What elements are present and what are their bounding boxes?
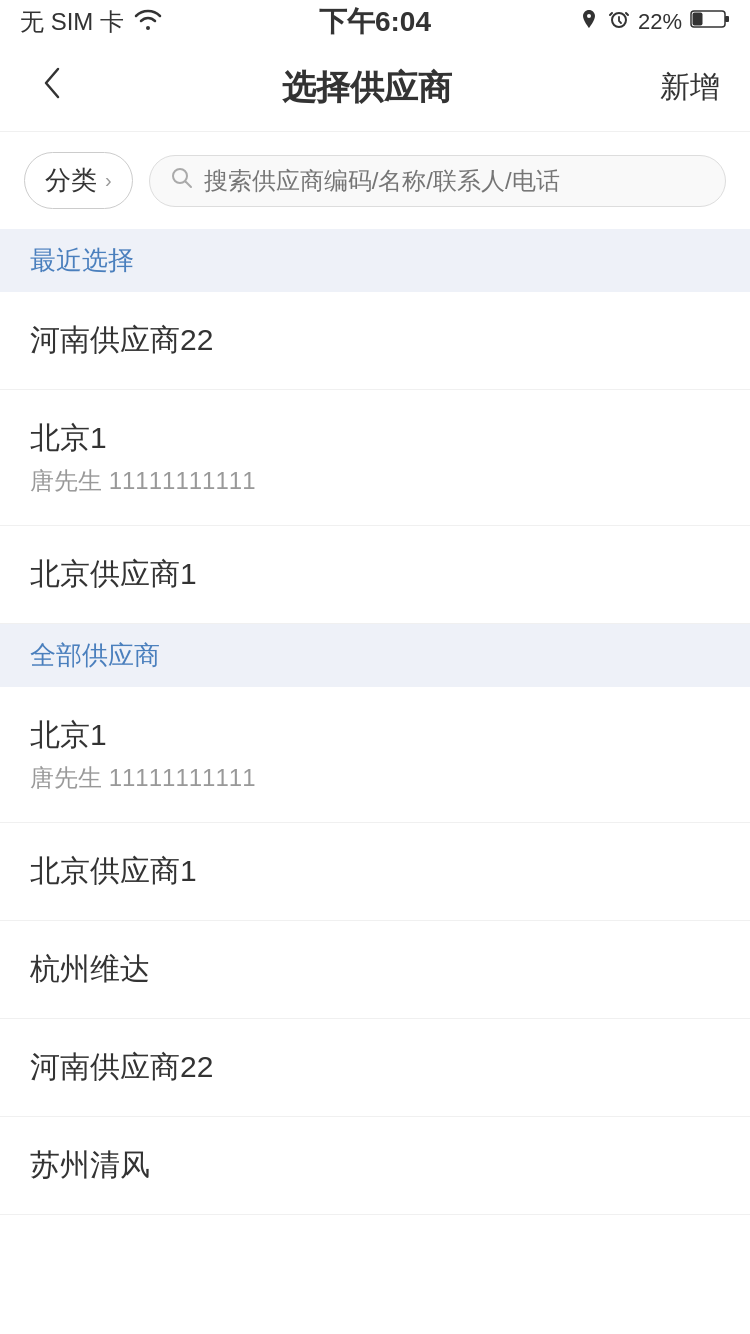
filter-bar: 分类 › [0,132,750,229]
item-name: 杭州维达 [30,949,720,990]
recent-list-item[interactable]: 河南供应商22 [0,292,750,390]
category-label: 分类 [45,163,97,198]
search-icon [170,166,194,196]
item-sub: 唐先生 11111111111 [30,762,720,794]
status-time: 下午6:04 [319,3,431,41]
recent-list-item[interactable]: 北京供应商1 [0,526,750,624]
wifi-icon [134,8,162,36]
item-name: 北京供应商1 [30,851,720,892]
all-list: 北京1 唐先生 11111111111 北京供应商1 杭州维达河南供应商22 苏州清风 [0,687,750,1215]
chevron-right-icon: › [105,169,112,192]
all-section-label: 全部供应商 [30,640,160,670]
status-left: 无 SIM 卡 [20,6,162,38]
carrier-text: 无 SIM 卡 [20,6,124,38]
search-input[interactable] [204,167,705,195]
recent-section-header: 最近选择 [0,229,750,292]
all-list-item[interactable]: 北京供应商1 [0,823,750,921]
all-list-item[interactable]: 河南供应商22 [0,1019,750,1117]
all-list-item[interactable]: 苏州清风 [0,1117,750,1215]
back-button[interactable] [30,53,74,122]
alarm-icon [608,8,630,36]
recent-list-item[interactable]: 北京1 唐先生 11111111111 [0,390,750,526]
item-name: 河南供应商22 [30,320,720,361]
item-name: 北京1 [30,715,720,756]
svg-rect-3 [725,16,729,22]
page-title: 选择供应商 [282,65,452,111]
item-name: 河南供应商22 [30,1047,720,1088]
battery-icon [690,9,730,35]
status-bar: 无 SIM 卡 下午6:04 22% [0,0,750,44]
item-name: 苏州清风 [30,1145,720,1186]
item-name: 北京1 [30,418,720,459]
recent-list: 河南供应商22 北京1 唐先生 11111111111 北京供应商1 [0,292,750,624]
all-list-item[interactable]: 杭州维达 [0,921,750,1019]
item-sub: 唐先生 11111111111 [30,465,720,497]
battery-text: 22% [638,9,682,35]
all-section-header: 全部供应商 [0,624,750,687]
all-list-item[interactable]: 北京1 唐先生 11111111111 [0,687,750,823]
add-button[interactable]: 新增 [660,67,720,108]
location-icon [578,8,600,36]
svg-rect-2 [693,13,703,26]
recent-section-label: 最近选择 [30,245,134,275]
nav-bar: 选择供应商 新增 [0,44,750,132]
status-right: 22% [578,8,730,36]
category-button[interactable]: 分类 › [24,152,133,209]
search-box[interactable] [149,155,726,207]
item-name: 北京供应商1 [30,554,720,595]
